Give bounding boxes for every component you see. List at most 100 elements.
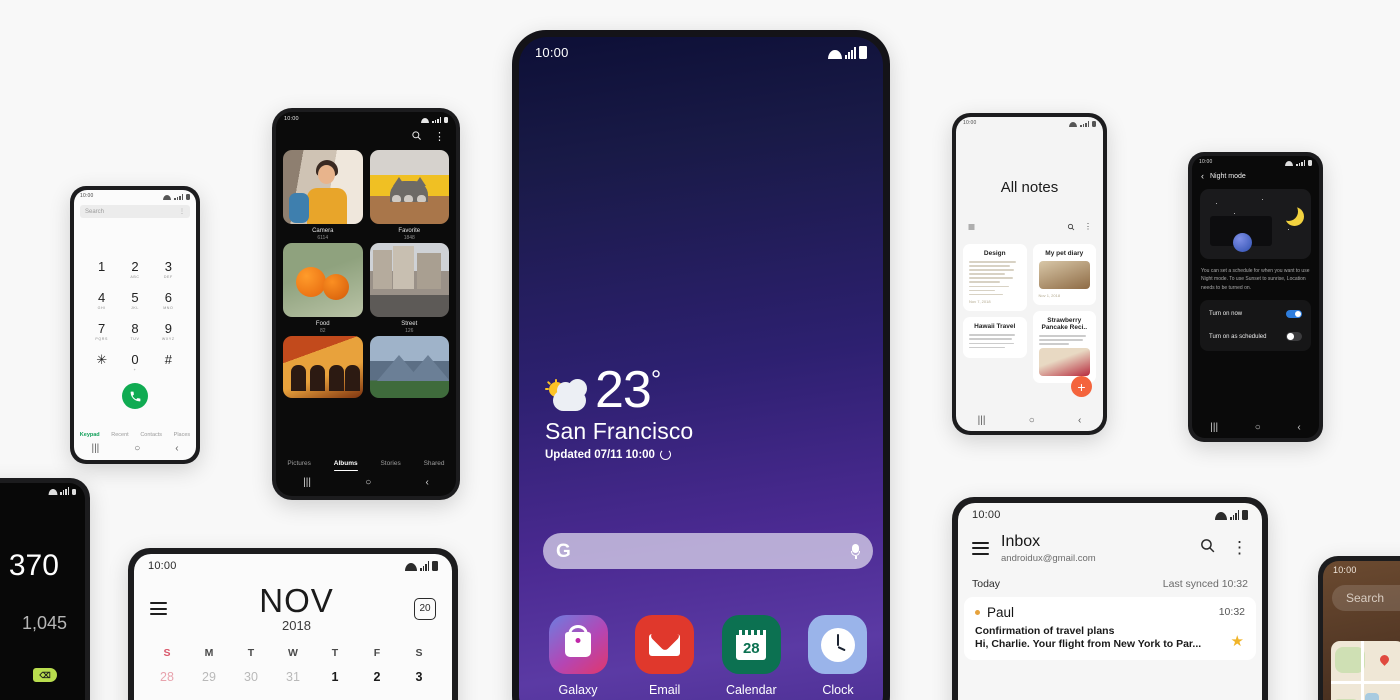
android-nav-bar[interactable]: ||| ○ ‹ <box>74 442 196 456</box>
more-vertical-icon[interactable]: ⋮ <box>1231 539 1248 556</box>
maps-search-input[interactable]: Search <box>1332 585 1400 611</box>
dial-key[interactable]: 6 MNO <box>152 291 185 310</box>
phone-home-screen[interactable]: 10:00 23° San Francisco Updated 07/11 10… <box>512 30 890 700</box>
tab-stories[interactable]: Stories <box>380 460 400 472</box>
tab-contacts[interactable]: Contacts <box>140 432 162 438</box>
album-item[interactable]: Food 82 <box>283 243 363 334</box>
today-badge[interactable]: 20 <box>414 597 436 620</box>
back-icon[interactable]: ‹ <box>426 478 429 488</box>
dial-key[interactable]: 8 TUV <box>118 322 151 341</box>
recents-icon[interactable]: ||| <box>978 415 986 426</box>
note-card[interactable]: Design Nov 7, 2018 <box>963 244 1027 312</box>
album-item[interactable] <box>283 336 363 398</box>
night-header[interactable]: ‹ Night mode <box>1192 168 1319 181</box>
phone-inbox[interactable]: 10:00 Inbox androidux@gmail.com ⋮ Today … <box>952 497 1268 700</box>
album-grid[interactable]: Camera 6114 Favorite 1848 Food 82 Street… <box>276 148 456 398</box>
phone-notes[interactable]: 10:00 All notes ⋮ Design Nov 7, 2018 Haw… <box>952 113 1107 435</box>
toggle-switch[interactable] <box>1286 332 1302 341</box>
recents-icon[interactable]: ||| <box>303 478 311 488</box>
home-icon[interactable]: ○ <box>1029 415 1035 426</box>
dial-key[interactable]: 4 GHI <box>85 291 118 310</box>
backspace-icon[interactable]: ⌫ <box>33 668 57 682</box>
home-icon[interactable]: ○ <box>1255 422 1261 433</box>
phone-gallery[interactable]: 10:00 ⋮ Camera 6114 Favorite 1848 Food 8… <box>272 108 460 500</box>
dial-key[interactable]: 3 DEF <box>152 260 185 279</box>
note-card[interactable]: My pet diary Nov 1, 2018 <box>1032 244 1096 305</box>
dialer-tabs[interactable]: Keypad Recent Contacts Places <box>74 432 196 438</box>
date-cell[interactable]: 1 <box>314 670 356 684</box>
search-icon[interactable] <box>1067 218 1075 236</box>
date-cell[interactable]: 28 <box>146 670 188 684</box>
album-item[interactable] <box>369 336 449 398</box>
more-vertical-icon[interactable]: ⋮ <box>434 131 445 143</box>
back-arrow-icon[interactable]: ‹ <box>1201 172 1204 181</box>
back-icon[interactable]: ‹ <box>1297 422 1300 433</box>
toggle-switch[interactable] <box>1286 309 1302 319</box>
calendar-header[interactable]: NOV 2018 20 <box>134 578 452 633</box>
tab-keypad[interactable]: Keypad <box>80 432 100 438</box>
dialer-search-input[interactable]: Search ⋮ <box>80 205 190 218</box>
add-note-icon[interactable]: + <box>1071 376 1092 397</box>
android-nav-bar[interactable]: ||| ○ ‹ <box>1192 420 1319 435</box>
dial-key[interactable]: 0 + <box>118 353 151 372</box>
calendar-grid[interactable]: S M T W T F S 28 29 30 31 1 2 3 <box>134 647 452 684</box>
home-icon[interactable]: ○ <box>134 444 140 454</box>
inbox-actions[interactable]: ⋮ <box>1199 537 1248 559</box>
note-card[interactable]: Strawberry Pancake Reci.. <box>1032 311 1096 383</box>
app-clock[interactable]: Clock <box>801 615 875 700</box>
gallery-tabs[interactable]: Pictures Albums Stories Shared <box>276 460 456 472</box>
setting-turn-on-scheduled[interactable]: Turn on as scheduled <box>1200 325 1311 348</box>
night-settings-card[interactable]: Turn on now Turn on as scheduled <box>1200 299 1311 351</box>
home-icon[interactable]: ○ <box>365 478 371 488</box>
date-row[interactable]: 28 29 30 31 1 2 3 <box>146 659 440 684</box>
refresh-icon[interactable] <box>659 449 671 461</box>
notes-toolbar[interactable]: ⋮ <box>956 196 1103 236</box>
menu-icon[interactable] <box>967 218 976 236</box>
android-nav-bar[interactable]: ||| ○ ‹ <box>956 413 1103 428</box>
phone-night-mode[interactable]: 10:00 ‹ Night mode You can set a schedul… <box>1188 152 1323 442</box>
date-cell[interactable]: 3 <box>398 670 440 684</box>
phone-maps[interactable]: 10:00 Search Search <box>1318 556 1400 700</box>
more-vertical-icon[interactable]: ⋮ <box>179 208 185 215</box>
dial-key[interactable]: 7 PQRS <box>85 322 118 341</box>
note-card[interactable]: Hawaii Travel <box>963 317 1027 358</box>
date-cell[interactable]: 30 <box>230 670 272 684</box>
app-galaxy-store[interactable]: Galaxy Store <box>541 615 615 700</box>
dial-key[interactable]: 5 JKL <box>118 291 151 310</box>
map-thumbnail[interactable] <box>1331 641 1400 700</box>
app-calendar[interactable]: 28 Calendar <box>714 615 788 700</box>
app-email[interactable]: Email <box>628 615 702 700</box>
setting-turn-on-now[interactable]: Turn on now <box>1200 303 1311 326</box>
search-icon[interactable] <box>411 128 422 146</box>
back-icon[interactable]: ‹ <box>175 444 178 454</box>
album-item[interactable]: Camera 6114 <box>283 150 363 241</box>
date-cell[interactable]: 31 <box>272 670 314 684</box>
app-dock[interactable]: Galaxy Store Email 28 Calendar <box>541 615 875 700</box>
star-icon[interactable]: ★ <box>1231 632 1244 650</box>
album-item[interactable]: Street 126 <box>369 243 449 334</box>
search-icon[interactable] <box>1199 537 1216 559</box>
album-item[interactable]: Favorite 1848 <box>369 150 449 241</box>
dial-key[interactable]: ✳ <box>85 353 118 372</box>
tab-places[interactable]: Places <box>174 432 191 438</box>
tab-shared[interactable]: Shared <box>424 460 445 472</box>
date-cell[interactable]: 29 <box>188 670 230 684</box>
dial-key[interactable]: 9 WXYZ <box>152 322 185 341</box>
dial-key[interactable]: # <box>152 353 185 372</box>
inbox-header[interactable]: Inbox androidux@gmail.com ⋮ <box>958 527 1262 564</box>
android-nav-bar[interactable]: ||| ○ ‹ <box>276 474 456 492</box>
phone-counter[interactable]: + 370 1,045 ⌫ <box>0 478 90 700</box>
phone-calendar[interactable]: 10:00 NOV 2018 20 S M T W T F S 28 29 30… <box>128 548 458 700</box>
more-vertical-icon[interactable]: ⋮ <box>1084 223 1092 231</box>
microphone-icon[interactable] <box>851 543 860 559</box>
tab-albums[interactable]: Albums <box>334 460 358 472</box>
tab-recent[interactable]: Recent <box>111 432 128 438</box>
date-cell[interactable]: 2 <box>356 670 398 684</box>
recents-icon[interactable]: ||| <box>1210 422 1218 433</box>
phone-dialer[interactable]: 10:00 Search ⋮ 1 2ABC 3DEF 4GHI 5JKL <box>70 186 200 464</box>
dial-key[interactable]: 2 ABC <box>118 260 151 279</box>
hamburger-icon[interactable] <box>972 538 989 558</box>
recents-icon[interactable]: ||| <box>91 444 99 454</box>
hamburger-icon[interactable] <box>150 599 167 619</box>
weather-widget[interactable]: 23° San Francisco Updated 07/11 10:00 <box>545 364 693 461</box>
